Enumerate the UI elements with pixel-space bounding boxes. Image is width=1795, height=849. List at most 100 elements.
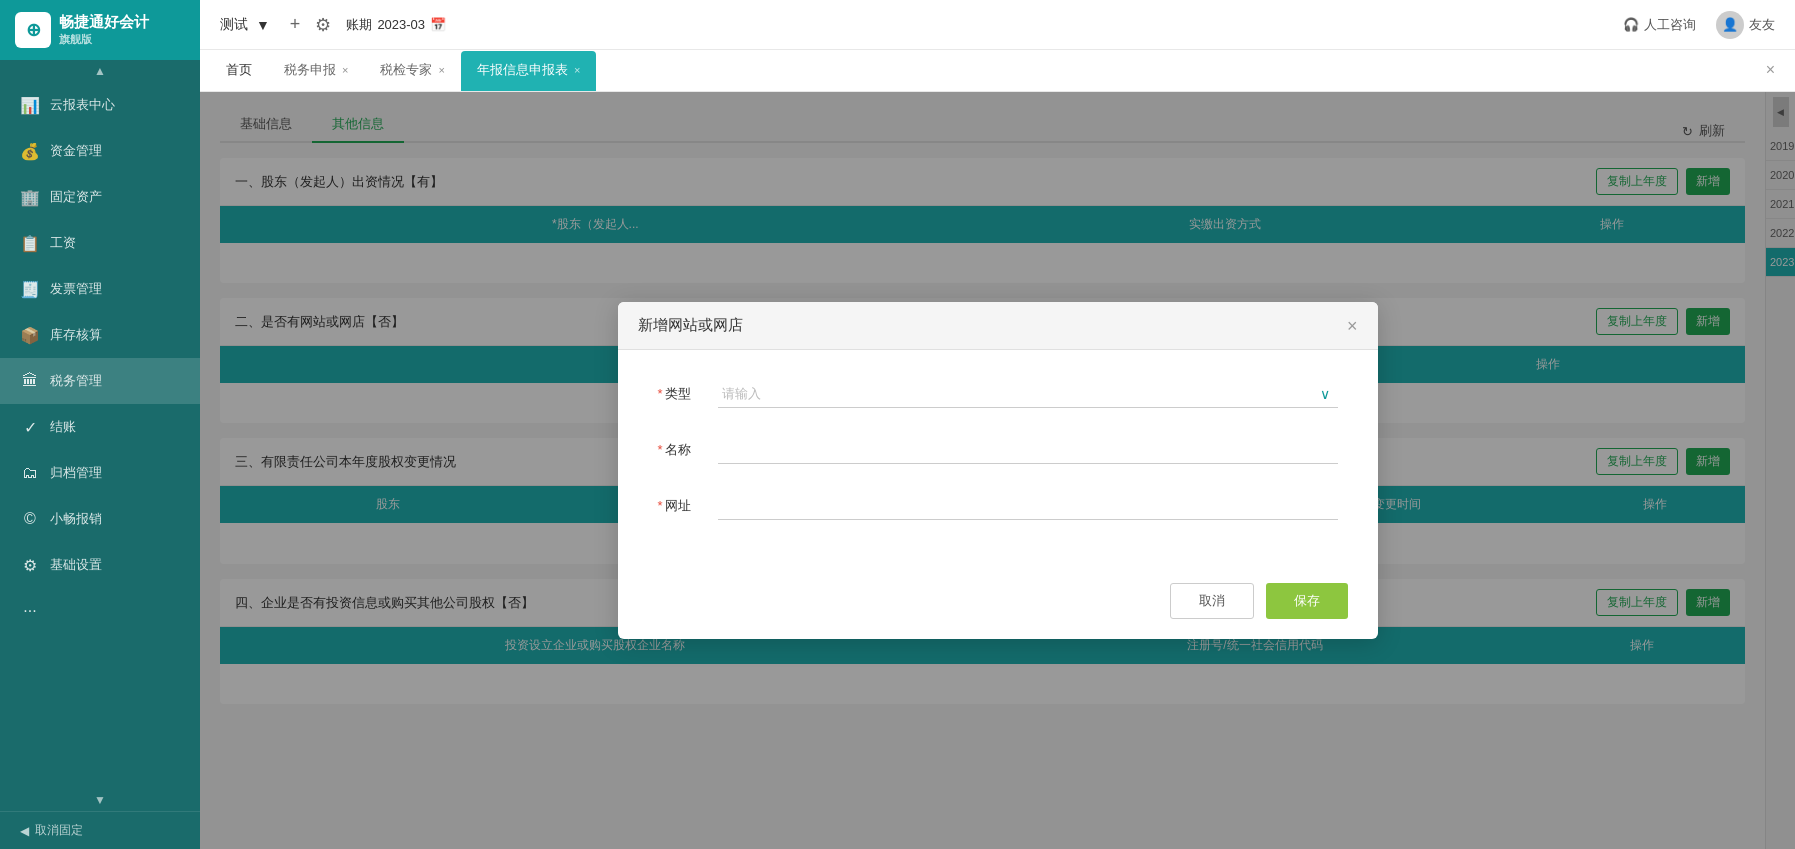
sidebar-item-basic-settings[interactable]: ⚙ 基础设置 — [0, 542, 200, 588]
url-input[interactable] — [718, 492, 1338, 520]
fixed-assets-icon: 🏢 — [20, 187, 40, 207]
sidebar-item-fixed-assets[interactable]: 🏢 固定资产 — [0, 174, 200, 220]
dialog-overlay: 新增网站或网店 × *类型 ∨ — [200, 92, 1795, 849]
sidebar-item-invoice-mgmt[interactable]: 🧾 发票管理 — [0, 266, 200, 312]
user-label: 友友 — [1749, 16, 1775, 34]
dialog-title: 新增网站或网店 — [638, 316, 743, 335]
dialog-add-website: 新增网站或网店 × *类型 ∨ — [618, 302, 1378, 639]
tab-annual-report-label: 年报信息申报表 — [477, 61, 568, 79]
topbar-period: 账期 2023-03 📅 — [346, 16, 446, 34]
form-row-name: *名称 — [658, 436, 1338, 464]
form-label-name: *名称 — [658, 441, 718, 459]
sidebar-cancel-fixed[interactable]: ◀ 取消固定 — [0, 811, 200, 849]
logo-text-wrap: 畅捷通好会计 旗舰版 — [59, 13, 149, 47]
tab-tax-report[interactable]: 税务申报 × — [268, 51, 364, 91]
user-menu[interactable]: 👤 友友 — [1716, 11, 1775, 39]
tab-annual-report-close[interactable]: × — [574, 64, 580, 76]
sidebar: ⊕ 畅捷通好会计 旗舰版 ▲ 📊 云报表中心 💰 资金管理 🏢 固定资产 📋 工… — [0, 0, 200, 849]
form-label-url: *网址 — [658, 497, 718, 515]
tab-tax-report-close[interactable]: × — [342, 64, 348, 76]
calendar-icon[interactable]: 📅 — [430, 17, 446, 32]
content-area: 基础信息 其他信息 ↻ 刷新 一、股东（发起人）出资情况【有】 复制上年度 — [200, 92, 1795, 849]
company-name: 测试 — [220, 16, 248, 34]
sidebar-item-more[interactable]: ··· — [0, 588, 200, 634]
tax-mgmt-icon: 🏛 — [20, 371, 40, 391]
logo-subtitle: 旗舰版 — [59, 32, 149, 47]
topbar: 测试 ▼ + ⚙ 账期 2023-03 📅 🎧 人工咨询 👤 友友 — [200, 0, 1795, 50]
sidebar-label-invoice-mgmt: 发票管理 — [50, 280, 102, 298]
avatar: 👤 — [1716, 11, 1744, 39]
form-row-url: *网址 — [658, 492, 1338, 520]
cancel-fixed-icon: ◀ — [20, 824, 29, 838]
fund-mgmt-icon: 💰 — [20, 141, 40, 161]
sidebar-menu: 📊 云报表中心 💰 资金管理 🏢 固定资产 📋 工资 🧾 发票管理 📦 库存核算… — [0, 82, 200, 789]
sidebar-item-payroll[interactable]: 📋 工资 — [0, 220, 200, 266]
required-marker-type: * — [658, 386, 663, 401]
sidebar-label-cloud-report: 云报表中心 — [50, 96, 115, 114]
sidebar-item-archive-mgmt[interactable]: 🗂 归档管理 — [0, 450, 200, 496]
topbar-actions: + ⚙ — [290, 14, 332, 36]
company-selector[interactable]: 测试 ▼ — [220, 16, 270, 34]
sidebar-item-xiao-chang[interactable]: © 小畅报销 — [0, 496, 200, 542]
sidebar-item-tax-mgmt[interactable]: 🏛 税务管理 — [0, 358, 200, 404]
form-label-type: *类型 — [658, 385, 718, 403]
tab-tax-report-label: 税务申报 — [284, 61, 336, 79]
save-button[interactable]: 保存 — [1266, 583, 1348, 619]
tab-home-label: 首页 — [226, 61, 252, 79]
sidebar-scroll-down[interactable]: ▼ — [0, 789, 200, 811]
sidebar-label-payroll: 工资 — [50, 234, 76, 252]
required-marker-name: * — [658, 442, 663, 457]
more-icon: ··· — [20, 601, 40, 621]
cancel-button[interactable]: 取消 — [1170, 583, 1254, 619]
period-label: 账期 — [346, 16, 372, 34]
dialog-footer: 取消 保存 — [618, 568, 1378, 639]
dialog-body: *类型 ∨ *名称 — [618, 350, 1378, 568]
dialog-close-btn[interactable]: × — [1347, 317, 1358, 335]
dialog-header: 新增网站或网店 × — [618, 302, 1378, 350]
support-icon: 🎧 — [1623, 17, 1639, 32]
required-marker-url: * — [658, 498, 663, 513]
support-label: 人工咨询 — [1644, 16, 1696, 34]
form-input-wrap-type: ∨ — [718, 380, 1338, 408]
invoice-mgmt-icon: 🧾 — [20, 279, 40, 299]
form-row-type: *类型 ∨ — [658, 380, 1338, 408]
xiao-chang-icon: © — [20, 509, 40, 529]
tab-tax-inspect[interactable]: 税检专家 × — [364, 51, 460, 91]
sidebar-item-fund-mgmt[interactable]: 💰 资金管理 — [0, 128, 200, 174]
settlement-icon: ✓ — [20, 417, 40, 437]
period-value: 2023-03 — [377, 17, 425, 32]
name-input[interactable] — [718, 436, 1338, 464]
settings-button[interactable]: ⚙ — [315, 14, 331, 36]
archive-mgmt-icon: 🗂 — [20, 463, 40, 483]
sidebar-label-fixed-assets: 固定资产 — [50, 188, 102, 206]
basic-settings-icon: ⚙ — [20, 555, 40, 575]
payroll-icon: 📋 — [20, 233, 40, 253]
sidebar-label-settlement: 结账 — [50, 418, 76, 436]
sidebar-label-basic-settings: 基础设置 — [50, 556, 102, 574]
company-dropdown-icon: ▼ — [256, 17, 270, 33]
global-tab-close[interactable]: × — [1756, 49, 1785, 91]
tab-tax-inspect-label: 税检专家 — [380, 61, 432, 79]
tab-annual-report[interactable]: 年报信息申报表 × — [461, 51, 596, 91]
sidebar-item-inventory[interactable]: 📦 库存核算 — [0, 312, 200, 358]
topbar-right: 🎧 人工咨询 👤 友友 — [1623, 11, 1775, 39]
tab-tax-inspect-close[interactable]: × — [438, 64, 444, 76]
form-input-wrap-url — [718, 492, 1338, 520]
sidebar-item-cloud-report[interactable]: 📊 云报表中心 — [0, 82, 200, 128]
support-btn[interactable]: 🎧 人工咨询 — [1623, 16, 1696, 34]
main-area: 测试 ▼ + ⚙ 账期 2023-03 📅 🎧 人工咨询 👤 友友 首页 — [200, 0, 1795, 849]
sidebar-item-settlement[interactable]: ✓ 结账 — [0, 404, 200, 450]
add-button[interactable]: + — [290, 14, 301, 35]
sidebar-label-archive-mgmt: 归档管理 — [50, 464, 102, 482]
type-input[interactable] — [718, 380, 1338, 408]
cancel-fixed-label: 取消固定 — [35, 822, 83, 839]
sidebar-scroll-up[interactable]: ▲ — [0, 60, 200, 82]
logo-title: 畅捷通好会计 — [59, 13, 149, 32]
app-logo: ⊕ 畅捷通好会计 旗舰版 — [0, 0, 200, 60]
inventory-icon: 📦 — [20, 325, 40, 345]
cloud-report-icon: 📊 — [20, 95, 40, 115]
tab-home[interactable]: 首页 — [210, 51, 268, 91]
sidebar-label-tax-mgmt: 税务管理 — [50, 372, 102, 390]
logo-icon: ⊕ — [15, 12, 51, 48]
sidebar-label-fund-mgmt: 资金管理 — [50, 142, 102, 160]
